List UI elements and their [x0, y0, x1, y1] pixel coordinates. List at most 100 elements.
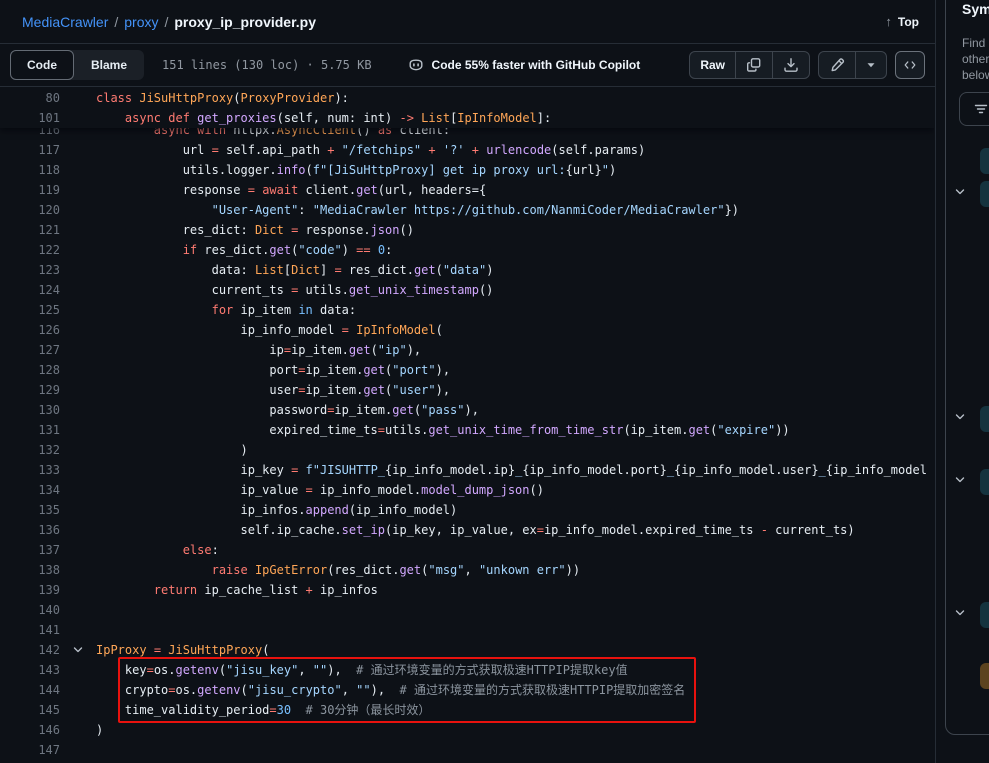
tab-code[interactable]: Code	[10, 50, 74, 80]
code-line: 147	[0, 740, 934, 760]
symbol-chip[interactable]	[980, 148, 989, 174]
code-line: 118 utils.logger.info(f"[JiSuHttpProxy] …	[0, 160, 934, 180]
symbol-chevron-icon[interactable]	[954, 186, 970, 202]
code-line: 119 response = await client.get(url, hea…	[0, 180, 934, 200]
line-number[interactable]: 147	[0, 740, 60, 760]
line-number[interactable]: 130	[0, 400, 60, 420]
fold-slot	[60, 420, 96, 440]
line-number[interactable]: 125	[0, 300, 60, 320]
line-number[interactable]: 139	[0, 580, 60, 600]
line-number[interactable]: 123	[0, 260, 60, 280]
line-number[interactable]: 138	[0, 560, 60, 580]
fold-slot	[60, 440, 96, 460]
line-number[interactable]: 124	[0, 280, 60, 300]
symbols-panel: Symbols Find definitions and references …	[945, 0, 989, 735]
line-number[interactable]: 121	[0, 220, 60, 240]
raw-button[interactable]: Raw	[690, 52, 735, 78]
code-text: response = await client.get(url, headers…	[96, 180, 934, 200]
line-number[interactable]: 136	[0, 520, 60, 540]
fold-slot	[60, 400, 96, 420]
line-number[interactable]: 129	[0, 380, 60, 400]
fold-chevron-icon[interactable]	[60, 640, 96, 660]
symbol-chip[interactable]	[980, 406, 989, 432]
back-to-top-button[interactable]: ↑ Top	[885, 14, 919, 29]
code-line: 80class JiSuHttpProxy(ProxyProvider):	[0, 88, 934, 108]
line-number[interactable]: 146	[0, 720, 60, 740]
code-line: 131 expired_time_ts=utils.get_unix_time_…	[0, 420, 934, 440]
symbols-panel-description: Find definitions and references for func…	[962, 35, 989, 83]
code-text: key=os.getenv("jisu_key", ""), # 通过环境变量的…	[96, 660, 934, 680]
code-text: else:	[96, 540, 934, 560]
edit-button[interactable]	[819, 52, 855, 78]
code-text: ip_key = f"JISUHTTP_{ip_info_model.ip}_{…	[96, 460, 934, 480]
line-number[interactable]: 116	[0, 128, 60, 140]
fold-slot	[60, 600, 96, 620]
line-number[interactable]: 119	[0, 180, 60, 200]
line-number[interactable]: 144	[0, 680, 60, 700]
fold-slot	[60, 560, 96, 580]
fold-slot	[60, 540, 96, 560]
edit-dropdown-button[interactable]	[855, 52, 886, 78]
line-number[interactable]: 122	[0, 240, 60, 260]
code-text: async def get_proxies(self, num: int) ->…	[96, 108, 934, 128]
edit-button-group	[818, 51, 887, 79]
line-number[interactable]: 141	[0, 620, 60, 640]
line-number[interactable]: 126	[0, 320, 60, 340]
line-number[interactable]: 140	[0, 600, 60, 620]
line-number[interactable]: 131	[0, 420, 60, 440]
line-number[interactable]: 101	[0, 108, 60, 128]
line-number[interactable]: 145	[0, 700, 60, 720]
symbol-chip[interactable]	[980, 663, 989, 689]
code-line: 126 ip_info_model = IpInfoModel(	[0, 320, 934, 340]
code-text	[96, 620, 934, 640]
code-text: current_ts = utils.get_unix_timestamp()	[96, 280, 934, 300]
tab-blame[interactable]: Blame	[74, 50, 144, 80]
line-number[interactable]: 80	[0, 88, 60, 108]
line-number[interactable]: 127	[0, 340, 60, 360]
symbol-chevron-icon[interactable]	[954, 474, 970, 490]
line-number[interactable]: 120	[0, 200, 60, 220]
copilot-note-text: Code 55% faster with GitHub Copilot	[432, 58, 641, 72]
fold-slot	[60, 360, 96, 380]
symbol-chip[interactable]	[980, 181, 989, 207]
symbols-filter-button[interactable]	[959, 92, 989, 126]
breadcrumb-link-repo[interactable]: MediaCrawler	[22, 14, 108, 30]
download-button[interactable]	[772, 52, 809, 78]
code-text: utils.logger.info(f"[JiSuHttpProxy] get …	[96, 160, 934, 180]
breadcrumb-link-folder[interactable]: proxy	[124, 14, 158, 30]
code-line: 127 ip=ip_item.get("ip"),	[0, 340, 934, 360]
code-text: res_dict: Dict = response.json()	[96, 220, 934, 240]
fold-slot	[60, 220, 96, 240]
code-text: if res_dict.get("code") == 0:	[96, 240, 934, 260]
symbol-chip[interactable]	[980, 469, 989, 495]
code-blame-switch: Code Blame	[10, 50, 144, 80]
breadcrumb-bar: MediaCrawler / proxy / proxy_ip_provider…	[0, 0, 935, 44]
code-text: crypto=os.getenv("jisu_crypto", ""), # 通…	[96, 680, 934, 700]
line-number[interactable]: 117	[0, 140, 60, 160]
code-line: 141	[0, 620, 934, 640]
line-number[interactable]: 118	[0, 160, 60, 180]
fold-slot	[60, 460, 96, 480]
symbols-toggle-button[interactable]	[895, 51, 925, 79]
line-number[interactable]: 142	[0, 640, 60, 660]
line-number[interactable]: 137	[0, 540, 60, 560]
code-text: for ip_item in data:	[96, 300, 934, 320]
symbol-chevron-icon[interactable]	[954, 607, 970, 623]
line-number[interactable]: 134	[0, 480, 60, 500]
line-number[interactable]: 135	[0, 500, 60, 520]
back-to-top-label: Top	[898, 15, 919, 29]
code-text: time_validity_period=30 # 30分钟（最长时效）	[96, 700, 934, 720]
line-number[interactable]: 133	[0, 460, 60, 480]
copy-button[interactable]	[735, 52, 772, 78]
code-lines: 117 url = self.api_path + "/fetchips" + …	[0, 140, 934, 760]
breadcrumb: MediaCrawler / proxy / proxy_ip_provider…	[22, 14, 316, 30]
symbol-chip[interactable]	[980, 602, 989, 628]
partially-hidden-line: 116 async with httpx.AsyncClient() as cl…	[0, 128, 934, 140]
fold-slot	[60, 680, 96, 700]
code-text: password=ip_item.get("pass"),	[96, 400, 934, 420]
sticky-scope-lines: 80class JiSuHttpProxy(ProxyProvider):101…	[0, 88, 934, 128]
line-number[interactable]: 143	[0, 660, 60, 680]
symbol-chevron-icon[interactable]	[954, 411, 970, 427]
line-number[interactable]: 132	[0, 440, 60, 460]
line-number[interactable]: 128	[0, 360, 60, 380]
